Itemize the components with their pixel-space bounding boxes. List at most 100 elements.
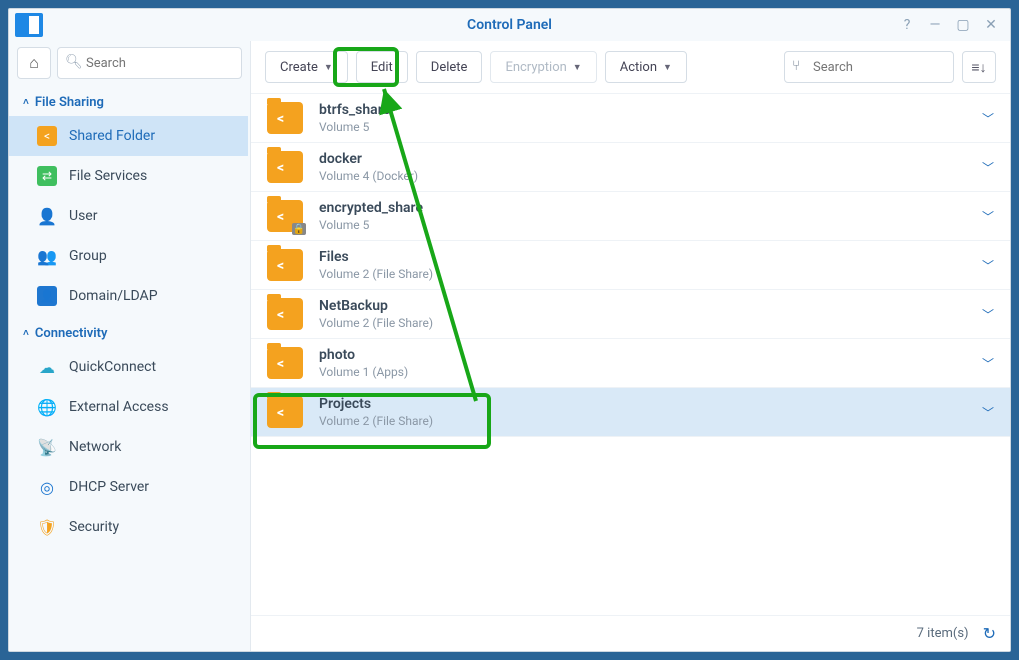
folder-row[interactable]: <🔒 encrypted_share Volume 5 ﹀ bbox=[251, 192, 1010, 241]
chevron-down-icon[interactable]: ﹀ bbox=[982, 257, 994, 274]
section-file-sharing[interactable]: ˄ File Sharing bbox=[9, 85, 248, 116]
chevron-down-icon[interactable]: ﹀ bbox=[982, 208, 994, 225]
list-filter: ⑂ bbox=[784, 51, 954, 83]
folder-icon: < bbox=[267, 396, 303, 428]
folder-row[interactable]: < dockerVolume 4 (Docker) ﹀ bbox=[251, 143, 1010, 192]
sidebar-item-label: Security bbox=[69, 519, 119, 535]
sidebar-item-dhcp-server[interactable]: ◎ DHCP Server bbox=[9, 467, 248, 507]
network-icon: 📡 bbox=[37, 437, 57, 457]
cloud-icon: ☁ bbox=[37, 357, 57, 377]
chevron-down-icon[interactable]: ﹀ bbox=[982, 355, 994, 372]
sidebar-item-label: External Access bbox=[69, 399, 169, 415]
sidebar-item-label: QuickConnect bbox=[69, 359, 156, 375]
sidebar-item-label: Group bbox=[69, 248, 107, 264]
folder-share-icon: < bbox=[37, 126, 57, 146]
chevron-down-icon[interactable]: ﹀ bbox=[982, 404, 994, 421]
refresh-button[interactable]: ↻ bbox=[983, 624, 996, 643]
sort-button[interactable]: ≡↓ bbox=[962, 51, 996, 83]
control-panel-window: Control Panel ? — ▢ ✕ ⌂ 🔍︎ ˄ File S bbox=[8, 8, 1011, 652]
folder-sub: Volume 1 (Apps) bbox=[319, 365, 408, 379]
sidebar-item-quickconnect[interactable]: ☁ QuickConnect bbox=[9, 347, 248, 387]
footer: 7 item(s) ↻ bbox=[251, 615, 1010, 651]
button-label: Encryption bbox=[505, 60, 566, 75]
folder-sub: Volume 2 (File Share) bbox=[319, 414, 433, 428]
sidebar-item-file-services[interactable]: ⇄ File Services bbox=[9, 156, 248, 196]
sidebar-item-label: Network bbox=[69, 439, 121, 455]
home-button[interactable]: ⌂ bbox=[17, 47, 51, 79]
chevron-down-icon[interactable]: ﹀ bbox=[982, 306, 994, 323]
folder-sub: Volume 2 (File Share) bbox=[319, 316, 433, 330]
folder-texts: encrypted_share Volume 5 bbox=[319, 200, 423, 232]
folder-row[interactable]: < btrfs_shareVolume 5 ﹀ bbox=[251, 94, 1010, 143]
folder-row[interactable]: < Projects Volume 2 (File Share) ﹀ bbox=[251, 388, 1010, 437]
titlebar: Control Panel ? — ▢ ✕ bbox=[9, 9, 1010, 41]
folder-texts: dockerVolume 4 (Docker) bbox=[319, 151, 418, 183]
section-label: Connectivity bbox=[35, 326, 108, 341]
maximize-icon[interactable]: ▢ bbox=[954, 17, 972, 33]
app-icon bbox=[15, 13, 43, 37]
section-connectivity[interactable]: ˄ Connectivity bbox=[9, 316, 248, 347]
window-controls: ? — ▢ ✕ bbox=[898, 17, 1010, 33]
folder-list: < btrfs_shareVolume 5 ﹀ < dockerVolume 4 (Do… bbox=[251, 94, 1010, 615]
lock-icon: 🔒 bbox=[292, 223, 306, 235]
list-filter-input[interactable] bbox=[784, 51, 954, 83]
folder-row[interactable]: < NetBackup Volume 2 (File Share) ﹀ bbox=[251, 290, 1010, 339]
item-count: 7 item(s) bbox=[917, 626, 969, 641]
sidebar-search-input[interactable] bbox=[57, 47, 242, 79]
shield-icon: 🛡 bbox=[37, 517, 57, 537]
help-icon[interactable]: ? bbox=[898, 17, 916, 33]
folder-sub: Volume 4 (Docker) bbox=[319, 169, 418, 183]
sidebar-item-security[interactable]: 🛡 Security bbox=[9, 507, 248, 547]
folder-name: NetBackup bbox=[319, 298, 433, 314]
sidebar-item-group[interactable]: 👥 Group bbox=[9, 236, 248, 276]
dhcp-icon: ◎ bbox=[37, 477, 57, 497]
toolbar: Create ▼ Edit Delete Encryption ▼ Action… bbox=[251, 41, 1010, 94]
folder-name: photo bbox=[319, 347, 408, 363]
folder-row[interactable]: <FilesVolume 2 (File Share)﹀ bbox=[251, 241, 1010, 290]
sidebar-item-shared-folder[interactable]: < Shared Folder bbox=[9, 116, 248, 156]
folder-sub: Volume 2 (File Share) bbox=[319, 267, 433, 281]
folder-sub: Volume 5 bbox=[319, 218, 423, 232]
sidebar-item-label: User bbox=[69, 208, 97, 224]
window-title: Control Panel bbox=[467, 17, 552, 33]
folder-icon: < bbox=[267, 102, 303, 134]
funnel-icon: ⑂ bbox=[792, 58, 800, 74]
sidebar-item-domain-ldap[interactable]: 👤 Domain/LDAP bbox=[9, 276, 248, 316]
ldap-icon: 👤 bbox=[37, 286, 57, 306]
chevron-up-icon: ˄ bbox=[23, 328, 29, 339]
button-label: Create bbox=[280, 60, 318, 75]
chevron-down-icon: ▼ bbox=[663, 62, 672, 73]
sidebar-search: 🔍︎ bbox=[57, 47, 242, 79]
sort-icon: ≡↓ bbox=[971, 59, 986, 76]
chevron-down-icon[interactable]: ﹀ bbox=[982, 159, 994, 176]
folder-texts: Projects Volume 2 (File Share) bbox=[319, 396, 433, 428]
action-button[interactable]: Action ▼ bbox=[605, 51, 687, 83]
folder-texts: photo Volume 1 (Apps) bbox=[319, 347, 408, 379]
sidebar-item-label: Shared Folder bbox=[69, 128, 155, 144]
sidebar-item-user[interactable]: 👤 User bbox=[9, 196, 248, 236]
delete-button[interactable]: Delete bbox=[416, 51, 483, 83]
folder-texts: NetBackup Volume 2 (File Share) bbox=[319, 298, 433, 330]
encryption-button[interactable]: Encryption ▼ bbox=[490, 51, 596, 83]
sidebar-item-external-access[interactable]: 🌐 External Access bbox=[9, 387, 248, 427]
search-icon: 🔍︎ bbox=[65, 54, 83, 70]
folder-icon: < bbox=[267, 249, 303, 281]
folder-icon: < bbox=[267, 151, 303, 183]
folder-texts: btrfs_shareVolume 5 bbox=[319, 102, 390, 134]
create-button[interactable]: Create ▼ bbox=[265, 51, 348, 83]
user-icon: 👤 bbox=[37, 206, 57, 226]
folder-name: Projects bbox=[319, 396, 433, 412]
minimize-icon[interactable]: — bbox=[926, 17, 944, 33]
button-label: Edit bbox=[371, 60, 393, 75]
edit-button[interactable]: Edit bbox=[356, 51, 408, 83]
folder-row[interactable]: < photo Volume 1 (Apps) ﹀ bbox=[251, 339, 1010, 388]
arrows-icon: ⇄ bbox=[37, 166, 57, 186]
chevron-down-icon[interactable]: ﹀ bbox=[982, 110, 994, 127]
folder-icon: < bbox=[267, 347, 303, 379]
sidebar-item-network[interactable]: 📡 Network bbox=[9, 427, 248, 467]
folder-name: encrypted_share bbox=[319, 200, 423, 216]
folder-icon: < bbox=[267, 298, 303, 330]
globe-icon: 🌐 bbox=[37, 397, 57, 417]
close-icon[interactable]: ✕ bbox=[982, 17, 1000, 33]
folder-icon: <🔒 bbox=[267, 200, 303, 232]
